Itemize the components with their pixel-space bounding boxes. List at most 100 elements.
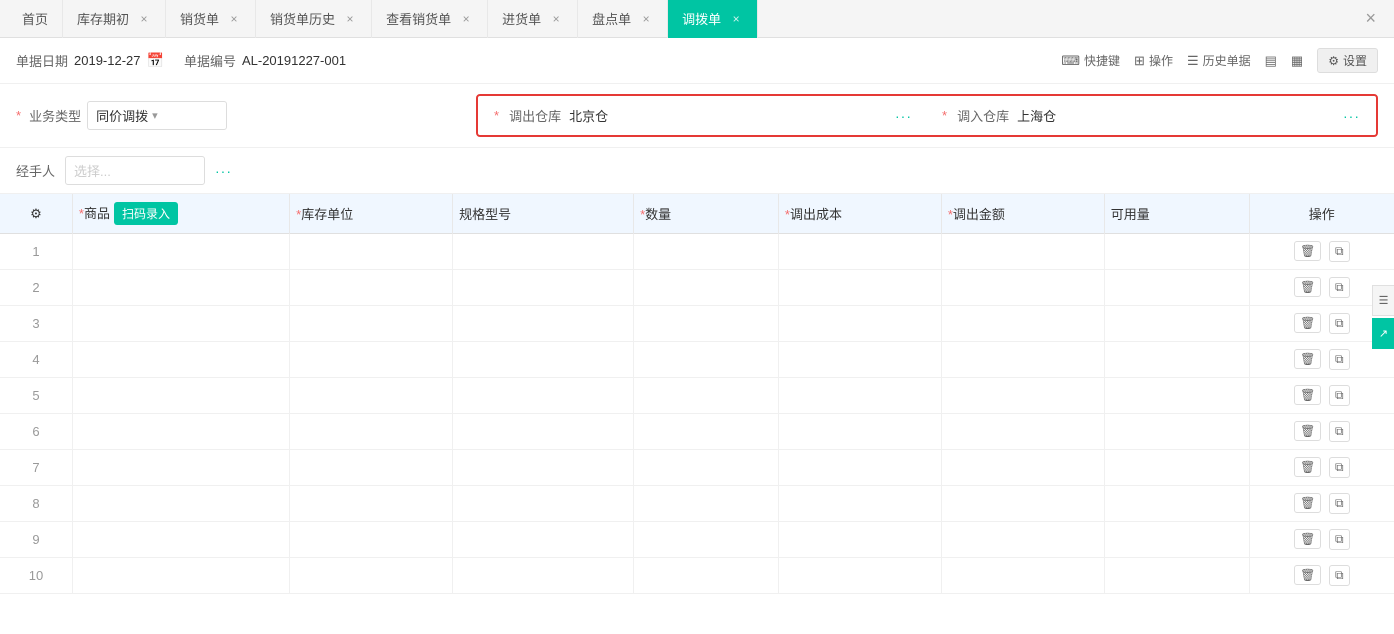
cell-amount[interactable] <box>941 558 1104 594</box>
copy-row-button[interactable]: ⧉ <box>1329 385 1350 406</box>
tab-close-inventory-check[interactable]: × <box>639 12 653 26</box>
float-list-button[interactable]: ☰ <box>1372 285 1394 316</box>
cell-qty[interactable] <box>634 594 779 595</box>
cell-cost[interactable] <box>778 414 941 450</box>
cell-spec[interactable] <box>453 594 634 595</box>
cell-unit[interactable] <box>290 450 453 486</box>
copy-row-button[interactable]: ⧉ <box>1329 349 1350 370</box>
cell-spec[interactable] <box>453 270 634 306</box>
cell-qty[interactable] <box>634 558 779 594</box>
cell-amount[interactable] <box>941 270 1104 306</box>
cell-product[interactable] <box>72 486 289 522</box>
cell-product[interactable] <box>72 450 289 486</box>
cell-cost[interactable] <box>778 594 941 595</box>
cell-available[interactable] <box>1104 306 1249 342</box>
warehouse-in-value[interactable]: 上海仓 <box>1017 106 1056 125</box>
date-value[interactable]: 2019-12-27 <box>74 53 141 68</box>
cell-cost[interactable] <box>778 234 941 270</box>
cell-unit[interactable] <box>290 342 453 378</box>
cell-amount[interactable] <box>941 342 1104 378</box>
tab-close-inventory-init[interactable]: × <box>137 12 151 26</box>
tab-close-sales-history[interactable]: × <box>343 12 357 26</box>
cell-available[interactable] <box>1104 558 1249 594</box>
delete-row-button[interactable]: 🗑 <box>1294 529 1321 549</box>
cell-product[interactable] <box>72 234 289 270</box>
settings-button[interactable]: ⚙ 设置 <box>1317 48 1378 73</box>
tab-close-transfer[interactable]: × <box>729 12 743 26</box>
copy-row-button[interactable]: ⧉ <box>1329 277 1350 298</box>
delete-row-button[interactable]: 🗑 <box>1294 277 1321 297</box>
copy-row-button[interactable]: ⧉ <box>1329 313 1350 334</box>
cell-spec[interactable] <box>453 414 634 450</box>
cell-qty[interactable] <box>634 306 779 342</box>
cell-product[interactable] <box>72 594 289 595</box>
copy-row-button[interactable]: ⧉ <box>1329 565 1350 586</box>
cell-unit[interactable] <box>290 306 453 342</box>
layout2-action[interactable]: ▦ <box>1291 53 1303 69</box>
cell-available[interactable] <box>1104 522 1249 558</box>
cell-cost[interactable] <box>778 378 941 414</box>
cell-product[interactable] <box>72 558 289 594</box>
cell-available[interactable] <box>1104 342 1249 378</box>
scan-barcode-button[interactable]: 扫码录入 <box>114 202 178 225</box>
business-type-select[interactable]: 同价调拨 ▾ <box>87 101 227 130</box>
cell-available[interactable] <box>1104 414 1249 450</box>
cell-unit[interactable] <box>290 414 453 450</box>
cell-spec[interactable] <box>453 378 634 414</box>
cell-spec[interactable] <box>453 342 634 378</box>
cell-qty[interactable] <box>634 270 779 306</box>
tab-transfer[interactable]: 调拨单× <box>668 0 758 38</box>
cell-qty[interactable] <box>634 414 779 450</box>
tab-sales-order[interactable]: 销货单× <box>166 0 256 38</box>
delete-row-button[interactable]: 🗑 <box>1294 385 1321 405</box>
cell-product[interactable] <box>72 378 289 414</box>
copy-row-button[interactable]: ⧉ <box>1329 241 1350 262</box>
cell-unit[interactable] <box>290 558 453 594</box>
warehouse-in-more[interactable]: ··· <box>1343 108 1360 124</box>
cell-amount[interactable] <box>941 450 1104 486</box>
tab-close-view-sales[interactable]: × <box>459 12 473 26</box>
person-more[interactable]: ··· <box>215 163 232 179</box>
operations-action[interactable]: ⊞ 操作 <box>1134 52 1173 69</box>
cell-qty[interactable] <box>634 522 779 558</box>
delete-row-button[interactable]: 🗑 <box>1294 565 1321 585</box>
delete-row-button[interactable]: 🗑 <box>1294 349 1321 369</box>
history-action[interactable]: ☰ 历史单据 <box>1187 52 1251 69</box>
tab-close-purchase-order[interactable]: × <box>549 12 563 26</box>
delete-row-button[interactable]: 🗑 <box>1294 241 1321 261</box>
layout-action[interactable]: ▤ <box>1265 53 1277 69</box>
cell-product[interactable] <box>72 522 289 558</box>
tab-close-sales-order[interactable]: × <box>227 12 241 26</box>
cell-qty[interactable] <box>634 378 779 414</box>
cell-product[interactable] <box>72 306 289 342</box>
delete-row-button[interactable]: 🗑 <box>1294 421 1321 441</box>
cell-cost[interactable] <box>778 486 941 522</box>
cell-amount[interactable] <box>941 486 1104 522</box>
cell-qty[interactable] <box>634 342 779 378</box>
cell-product[interactable] <box>72 414 289 450</box>
cell-spec[interactable] <box>453 450 634 486</box>
cell-spec[interactable] <box>453 486 634 522</box>
cell-spec[interactable] <box>453 558 634 594</box>
cell-unit[interactable] <box>290 594 453 595</box>
tab-view-sales[interactable]: 查看销货单× <box>372 0 488 38</box>
copy-row-button[interactable]: ⧉ <box>1329 457 1350 478</box>
cell-available[interactable] <box>1104 378 1249 414</box>
copy-row-button[interactable]: ⧉ <box>1329 493 1350 514</box>
cell-product[interactable] <box>72 342 289 378</box>
cell-unit[interactable] <box>290 234 453 270</box>
delete-row-button[interactable]: 🗑 <box>1294 493 1321 513</box>
cell-cost[interactable] <box>778 450 941 486</box>
cell-available[interactable] <box>1104 450 1249 486</box>
cell-spec[interactable] <box>453 306 634 342</box>
copy-row-button[interactable]: ⧉ <box>1329 421 1350 442</box>
delete-row-button[interactable]: 🗑 <box>1294 313 1321 333</box>
tab-home[interactable]: 首页 <box>8 0 63 38</box>
shortcuts-action[interactable]: ⌨ 快捷键 <box>1061 52 1120 69</box>
cell-amount[interactable] <box>941 522 1104 558</box>
cell-product[interactable] <box>72 270 289 306</box>
cell-cost[interactable] <box>778 306 941 342</box>
cell-qty[interactable] <box>634 486 779 522</box>
tab-purchase-order[interactable]: 进货单× <box>488 0 578 38</box>
warehouse-out-value[interactable]: 北京仓 <box>569 106 608 125</box>
